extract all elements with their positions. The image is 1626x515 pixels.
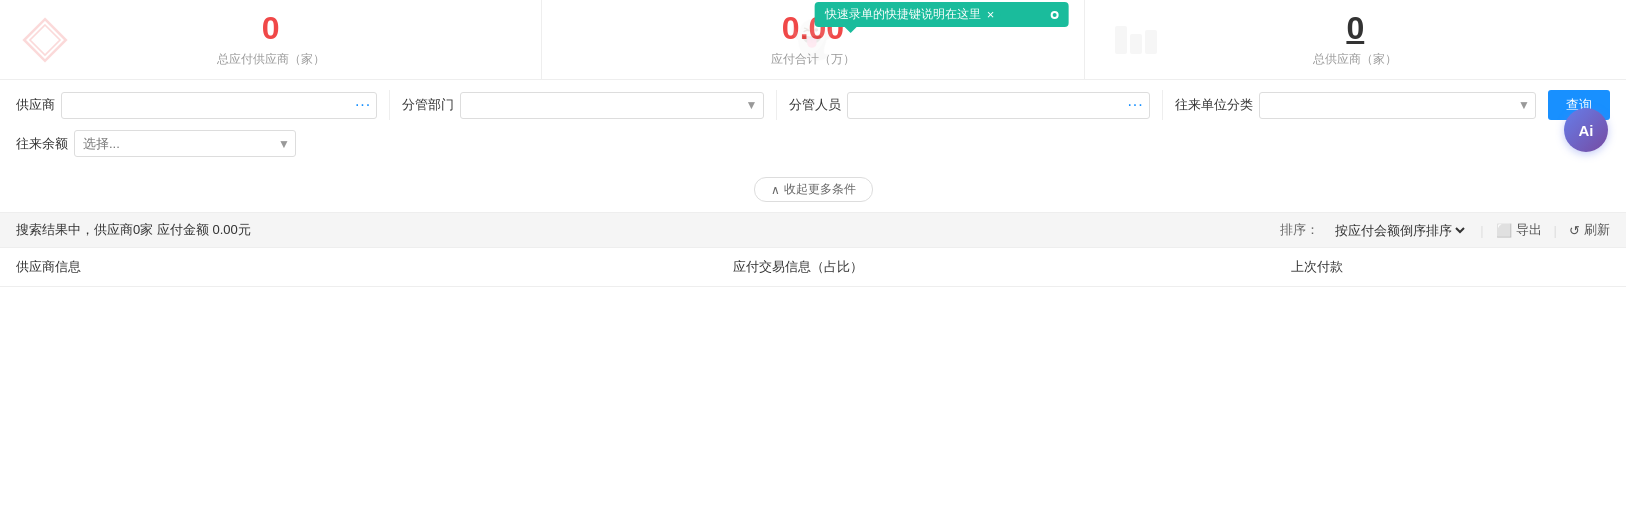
filter-supplier: 供应商 ··· — [16, 92, 377, 119]
stat-total-payable-vendors: 0 总应付供应商（家） — [0, 0, 542, 79]
department-dropdown-icon[interactable]: ▼ — [746, 98, 758, 112]
refresh-button[interactable]: ↺ 刷新 — [1569, 221, 1610, 239]
person-label: 分管人员 — [789, 96, 841, 114]
filter-person: 分管人员 ··· — [789, 92, 1150, 119]
department-label: 分管部门 — [402, 96, 454, 114]
department-input-wrapper: ▼ — [460, 92, 763, 119]
filter-balance: 往来余额 ▼ — [16, 130, 296, 157]
unit-class-label: 往来单位分类 — [1175, 96, 1253, 114]
separator-2 — [776, 90, 777, 120]
tooltip-text: 快速录单的快捷键说明在这里 — [825, 6, 981, 23]
results-actions: 排序： 按应付会额倒序排序 | ⬜ 导出 | ↺ 刷新 — [1280, 221, 1610, 239]
stat-payable-total: 👻 0.00 应付合计（万） 快速录单的快捷键说明在这里 × — [542, 0, 1084, 79]
collapse-arrow-icon: ∧ — [771, 183, 780, 197]
supplier-dots[interactable]: ··· — [355, 96, 371, 114]
payable-total-label: 应付合计（万） — [771, 51, 855, 68]
col-transaction: 应付交易信息（占比） — [733, 258, 1291, 276]
sort-select[interactable]: 按应付会额倒序排序 — [1331, 222, 1468, 239]
supplier-input-wrapper: ··· — [61, 92, 377, 119]
export-label: 导出 — [1516, 221, 1542, 239]
person-input[interactable] — [847, 92, 1150, 119]
collapse-label: 收起更多条件 — [784, 181, 856, 198]
col-supplier: 供应商信息 — [16, 258, 733, 276]
tooltip-line — [1000, 14, 1040, 16]
results-bar: 搜索结果中，供应商0家 应付金额 0.00元 排序： 按应付会额倒序排序 | ⬜… — [0, 213, 1626, 248]
separator-3 — [1162, 90, 1163, 120]
balance-dropdown-icon[interactable]: ▼ — [278, 137, 290, 151]
balance-label: 往来余额 — [16, 135, 68, 153]
balance-input-wrapper: ▼ — [74, 130, 296, 157]
supplier-label: 供应商 — [16, 96, 55, 114]
balance-input[interactable] — [74, 130, 296, 157]
total-payable-vendors-number: 0 — [262, 11, 280, 46]
stats-bar: 0 总应付供应商（家） 👻 0.00 应付合计（万） 快速录单的快捷键说明在这里… — [0, 0, 1626, 80]
separator-export: | — [1480, 223, 1483, 238]
tooltip-dot — [1050, 11, 1058, 19]
separator-1 — [389, 90, 390, 120]
unit-class-dropdown-icon[interactable]: ▼ — [1518, 98, 1530, 112]
unit-class-input[interactable] — [1259, 92, 1536, 119]
filter-unit-class: 往来单位分类 ▼ — [1175, 92, 1536, 119]
table-body — [0, 287, 1626, 515]
unit-class-input-wrapper: ▼ — [1259, 92, 1536, 119]
department-input[interactable] — [460, 92, 763, 119]
separator-refresh: | — [1554, 223, 1557, 238]
refresh-icon: ↺ — [1569, 223, 1580, 238]
col-payment: 上次付款 — [1291, 258, 1610, 276]
total-vendors-label: 总供应商（家） — [1313, 51, 1397, 68]
tooltip-close-icon[interactable]: × — [987, 8, 995, 21]
total-payable-vendors-label: 总应付供应商（家） — [217, 51, 325, 68]
ai-area: Ai — [1564, 108, 1608, 152]
supplier-input[interactable] — [61, 92, 377, 119]
filter-bar: 供应商 ··· 分管部门 ▼ 分管人员 ··· — [0, 80, 1626, 213]
tooltip-bubble: 快速录单的快捷键说明在这里 × — [815, 2, 1069, 27]
results-summary: 搜索结果中，供应商0家 应付金额 0.00元 — [16, 221, 251, 239]
export-button[interactable]: ⬜ 导出 — [1496, 221, 1542, 239]
stat-total-vendors: 0 总供应商（家） — [1085, 0, 1626, 79]
export-icon: ⬜ — [1496, 223, 1512, 238]
collapse-button[interactable]: ∧ 收起更多条件 — [754, 177, 873, 202]
refresh-label: 刷新 — [1584, 221, 1610, 239]
table-header: 供应商信息 应付交易信息（占比） 上次付款 — [0, 248, 1626, 287]
collapse-row: ∧ 收起更多条件 — [16, 173, 1610, 212]
filter-row-1: 供应商 ··· 分管部门 ▼ 分管人员 ··· — [16, 90, 1610, 120]
person-input-wrapper: ··· — [847, 92, 1150, 119]
ai-badge[interactable]: Ai — [1564, 108, 1608, 152]
filter-department: 分管部门 ▼ — [402, 92, 763, 119]
person-dots[interactable]: ··· — [1127, 96, 1143, 114]
total-vendors-number: 0 — [1346, 11, 1364, 46]
sort-label-prefix: 排序： — [1280, 221, 1319, 239]
filter-row-2: 往来余额 ▼ — [16, 130, 1610, 163]
